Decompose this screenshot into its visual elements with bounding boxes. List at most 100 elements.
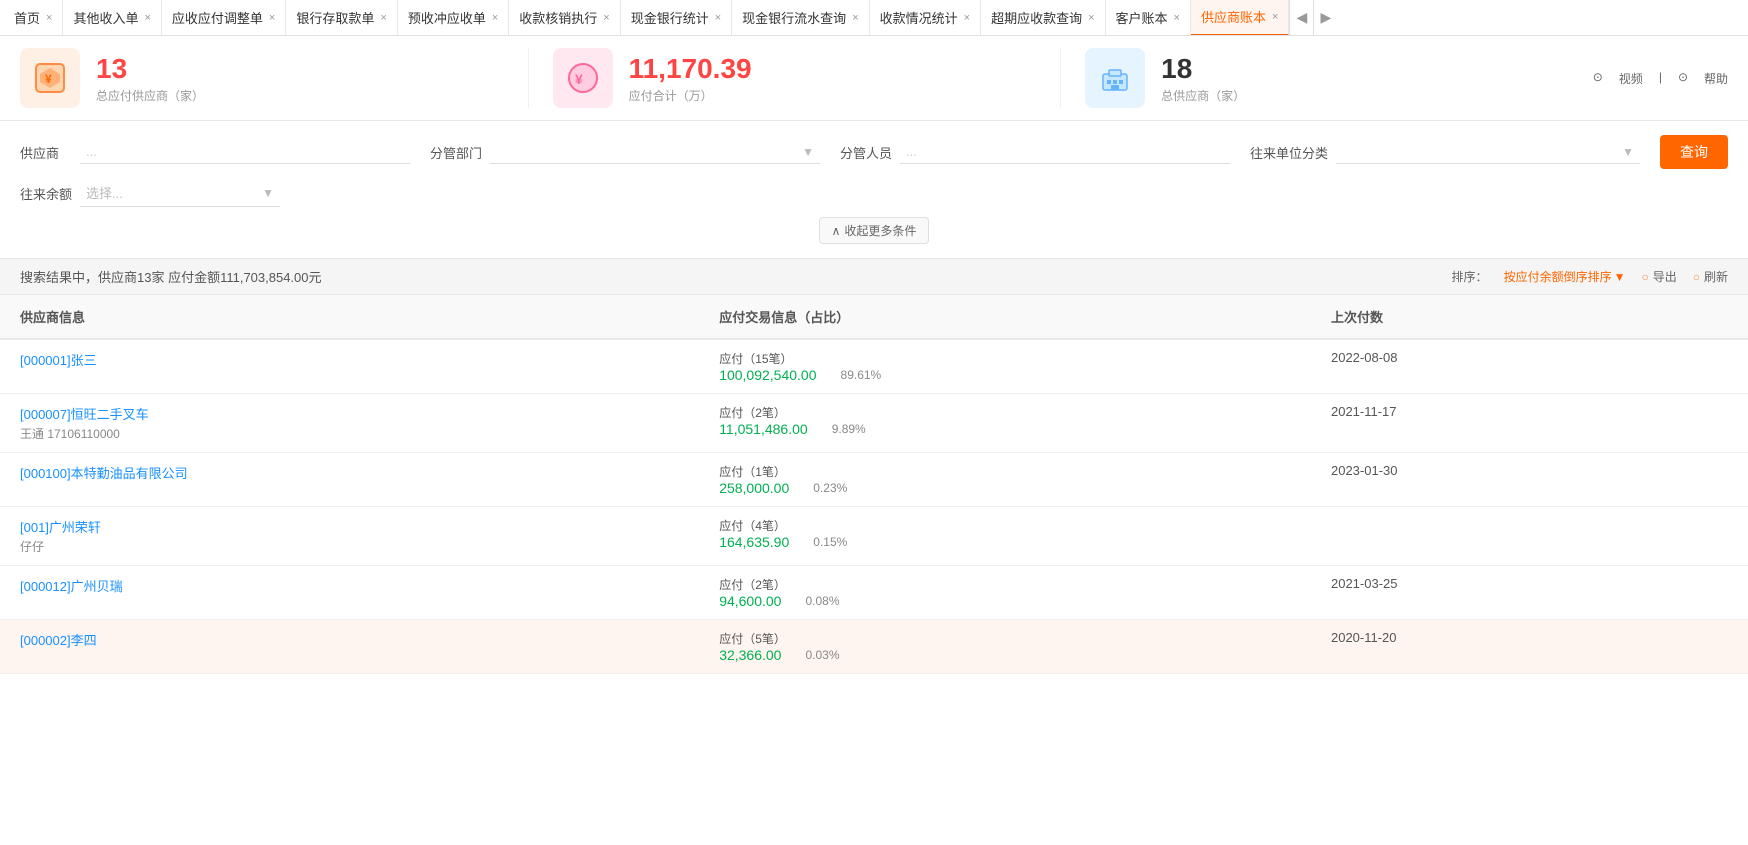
nav-tab-home[interactable]: 首页 × [4, 0, 63, 36]
payable-amount-label: 应付合计（万） [629, 87, 752, 104]
supplier-sub-3: 仔仔 [20, 538, 679, 555]
supplier-link-1[interactable]: [000007]恒旺二手叉车 [20, 407, 149, 422]
sort-value: 按应付余额倒序排序 [1504, 268, 1612, 285]
sort-icon: ▼ [1614, 270, 1626, 284]
person-input[interactable]: ... [900, 140, 1230, 164]
close-icon-6[interactable]: × [715, 12, 721, 24]
tx-cell-5: 应付（5笔）32,366.000.03% [699, 620, 1311, 674]
result-bar-right: 排序： 按应付余额倒序排序 ▼ ○ 导出 ○ 刷新 [1452, 268, 1728, 285]
amount-3[interactable]: 164,635.90 [719, 534, 789, 550]
close-icon-home[interactable]: × [46, 12, 52, 24]
total-suppliers-number: 18 [1161, 52, 1245, 86]
table-row: [000012]广州贝瑞应付（2笔）94,600.000.08%2021-03-… [0, 566, 1748, 620]
refresh-circle-icon: ○ [1693, 270, 1700, 284]
nav-tab-supplier-ledger[interactable]: 供应商账本 × [1191, 0, 1289, 36]
supplier-link-5[interactable]: [000002]李四 [20, 633, 97, 648]
supplier-input[interactable]: ... [80, 140, 410, 164]
nav-tab-9[interactable]: 超期应收款查询 × [981, 0, 1105, 36]
payable-suppliers-number: 13 [96, 52, 204, 86]
supplier-link-3[interactable]: [001]广州荣轩 [20, 520, 101, 535]
tab-label-7: 现金银行流水查询 [742, 8, 846, 27]
collapse-button[interactable]: ∧ 收起更多条件 [819, 217, 930, 244]
close-icon-4[interactable]: × [492, 12, 498, 24]
nav-tab-7[interactable]: 现金银行流水查询 × [732, 0, 869, 36]
nav-bar: 首页 × 其他收入单 × 应收应付调整单 × 银行存取款单 × 预收冲应收单 ×… [0, 0, 1748, 36]
category-arrow: ▼ [1622, 145, 1634, 159]
sort-link[interactable]: 按应付余额倒序排序 ▼ [1504, 268, 1626, 285]
supplier-sub-1: 王通 17106110000 [20, 425, 679, 442]
amount-2[interactable]: 258,000.00 [719, 480, 789, 496]
nav-tab-5[interactable]: 收款核销执行 × [509, 0, 620, 36]
person-dots: ... [906, 144, 917, 159]
nav-tab-4[interactable]: 预收冲应收单 × [398, 0, 509, 36]
person-label: 分管人员 [840, 143, 892, 162]
close-icon-9[interactable]: × [1088, 12, 1094, 24]
lastpay-cell-4: 2021-03-25 [1311, 566, 1748, 620]
filter-row-2: 往来余额 选择... ▼ [20, 179, 1728, 207]
lastpay-cell-3 [1311, 507, 1748, 566]
nav-tab-8[interactable]: 收款情况统计 × [870, 0, 981, 36]
nav-prev-arrow[interactable]: ◀ [1289, 0, 1313, 36]
svg-text:¥: ¥ [45, 72, 52, 86]
supplier-link-2[interactable]: [000100]本特勤油品有限公司 [20, 466, 188, 481]
close-icon-7[interactable]: × [852, 12, 858, 24]
collapse-label: 收起更多条件 [844, 222, 916, 239]
filter-item-balance: 往来余额 选择... ▼ [20, 179, 280, 207]
dept-input[interactable]: ▼ [490, 141, 820, 164]
balance-input[interactable]: 选择... ▼ [80, 179, 280, 207]
percent-4: 0.08% [805, 594, 839, 608]
supplier-dots: ... [86, 144, 97, 159]
supplier-link-4[interactable]: [000012]广州贝瑞 [20, 579, 123, 594]
video-icon: ⊙ [1593, 70, 1603, 87]
dept-arrow: ▼ [802, 145, 814, 159]
nav-tab-2[interactable]: 应收应付调整单 × [162, 0, 286, 36]
nav-tab-6[interactable]: 现金银行统计 × [621, 0, 732, 36]
balance-placeholder: 选择... [86, 183, 123, 202]
nav-tab-10[interactable]: 客户账本 × [1106, 0, 1191, 36]
tab-label-8: 收款情况统计 [880, 8, 958, 27]
amount-0[interactable]: 100,092,540.00 [719, 367, 816, 383]
svg-text:¥: ¥ [575, 71, 583, 87]
table-area: 供应商信息 应付交易信息（占比） 上次付数 [000001]张三应付（15笔）1… [0, 295, 1748, 845]
close-icon-2[interactable]: × [269, 12, 275, 24]
help-link[interactable]: 帮助 [1704, 70, 1728, 87]
last-date-4: 2021-03-25 [1331, 576, 1398, 591]
category-label: 往来单位分类 [1250, 143, 1328, 162]
tab-label-9: 超期应收款查询 [991, 8, 1082, 27]
tab-label-4: 预收冲应收单 [408, 8, 486, 27]
filter-area: 供应商 ... 分管部门 ▼ 分管人员 ... 往来单位分类 ▼ 查询 [0, 121, 1748, 259]
refresh-button[interactable]: ○ 刷新 [1693, 268, 1728, 285]
supplier-cell-2: [000100]本特勤油品有限公司 [0, 453, 699, 507]
tx-cell-0: 应付（15笔）100,092,540.0089.61% [699, 339, 1311, 394]
nav-tab-1[interactable]: 其他收入单 × [63, 0, 161, 36]
supplier-link-0[interactable]: [000001]张三 [20, 353, 97, 368]
close-icon-3[interactable]: × [380, 12, 386, 24]
export-button[interactable]: ○ 导出 [1641, 268, 1676, 285]
tab-label-5: 收款核销执行 [519, 8, 597, 27]
amount-1[interactable]: 11,051,486.00 [719, 421, 808, 437]
category-input[interactable]: ▼ [1336, 141, 1640, 164]
nav-tab-3[interactable]: 银行存取款单 × [286, 0, 397, 36]
video-link[interactable]: 视频 [1619, 70, 1643, 87]
close-icon-supplier-ledger[interactable]: × [1272, 11, 1278, 23]
close-icon-8[interactable]: × [964, 12, 970, 24]
filter-item-category: 往来单位分类 ▼ [1250, 141, 1640, 164]
close-icon-5[interactable]: × [603, 12, 609, 24]
search-button[interactable]: 查询 [1660, 135, 1728, 169]
payable-suppliers-icon: ¥ [20, 48, 80, 108]
percent-2: 0.23% [813, 481, 847, 495]
helper-links: ⊙ 视频 | ⊙ 帮助 [1593, 70, 1728, 87]
nav-next-arrow[interactable]: ▶ [1313, 0, 1337, 36]
tx-note-2: 应付（1笔） [719, 463, 1291, 480]
percent-5: 0.03% [805, 648, 839, 662]
close-icon-1[interactable]: × [144, 12, 150, 24]
tx-note-3: 应付（4笔） [719, 517, 1291, 534]
amount-4[interactable]: 94,600.00 [719, 593, 781, 609]
last-date-0: 2022-08-08 [1331, 350, 1398, 365]
tab-label-supplier-ledger: 供应商账本 [1201, 7, 1266, 26]
amount-5[interactable]: 32,366.00 [719, 647, 781, 663]
close-icon-10[interactable]: × [1174, 12, 1180, 24]
table-row: [001]广州荣轩仔仔应付（4笔）164,635.900.15% [0, 507, 1748, 566]
total-suppliers-icon [1085, 48, 1145, 108]
data-table: 供应商信息 应付交易信息（占比） 上次付数 [000001]张三应付（15笔）1… [0, 295, 1748, 674]
